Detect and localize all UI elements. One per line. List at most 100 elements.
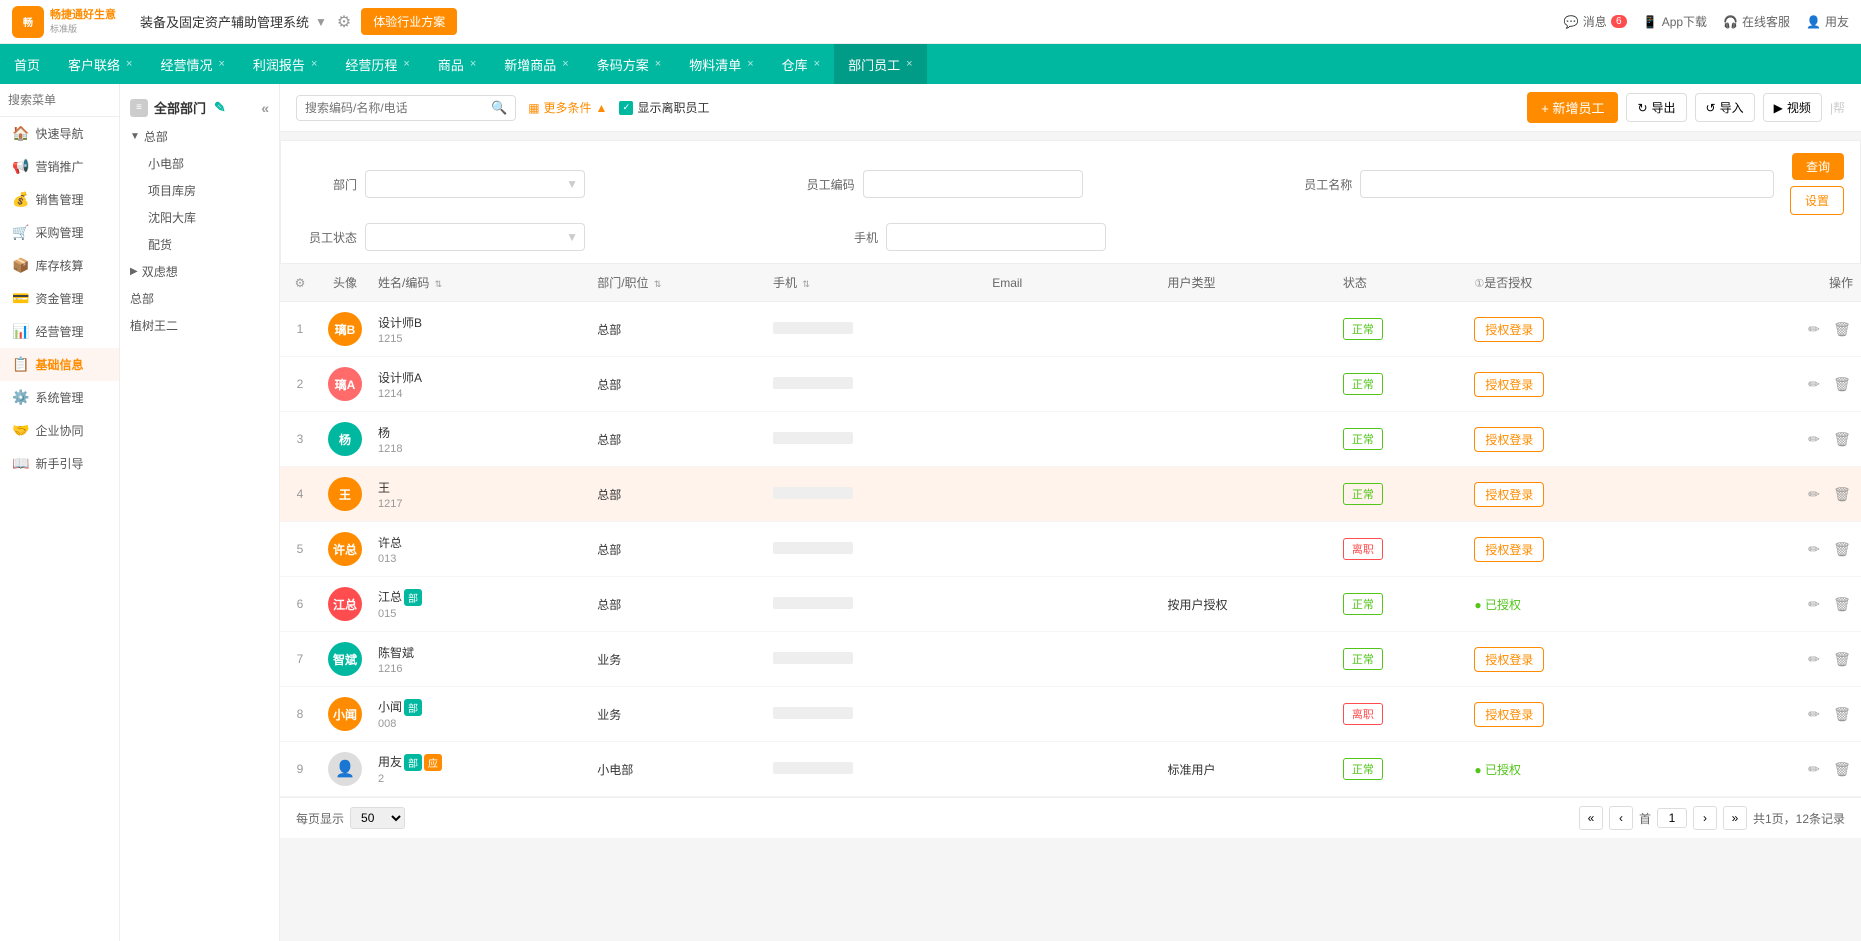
auth-login-btn[interactable]: 授权登录 [1474,372,1544,397]
tab-new-goods[interactable]: 新增商品× [490,44,582,84]
delete-btn[interactable]: 🗑 [1831,648,1853,670]
th-dept[interactable]: 部门/职位 ⇅ [589,264,765,302]
add-employee-btn[interactable]: + 新增员工 [1527,92,1618,123]
dept-collapse-btn[interactable]: « [261,100,269,116]
edit-btn[interactable]: ✏ [1803,318,1825,340]
th-phone[interactable]: 手机 ⇅ [765,264,984,302]
delete-btn[interactable]: 🗑 [1831,428,1853,450]
close-tab-new-goods[interactable]: × [562,58,568,70]
search-input[interactable] [305,101,485,115]
user-item[interactable]: 👤 用友 [1806,13,1849,30]
dept-item-headquarters-group[interactable]: ▼ 总部 [120,123,279,150]
delete-btn[interactable]: 🗑 [1831,703,1853,725]
sidebar-item-marketing[interactable]: 📢 营销推广 [0,150,119,183]
dept-item-shenyang[interactable]: 沈阳大库 [120,204,279,231]
edit-btn[interactable]: ✏ [1803,758,1825,780]
sidebar-item-finance[interactable]: 💳 资金管理 [0,282,119,315]
dept-item-double[interactable]: ▶ 双虑想 [120,258,279,285]
page-size-select[interactable]: 50 100 [350,807,405,829]
delete-btn[interactable]: 🗑 [1831,373,1853,395]
auth-login-btn[interactable]: 授权登录 [1474,537,1544,562]
dept-item-small-elec[interactable]: 小电部 [120,150,279,177]
next-page-btn[interactable]: › [1693,806,1717,830]
close-tab-customer[interactable]: × [126,58,132,70]
online-service-item[interactable]: 🎧 在线客服 [1723,13,1790,30]
edit-btn[interactable]: ✏ [1803,703,1825,725]
sidebar-item-collab[interactable]: 🤝 企业协同 [0,414,119,447]
tab-barcode[interactable]: 条码方案× [583,44,675,84]
search-icon[interactable]: 🔍 [491,100,507,116]
sidebar-item-inventory[interactable]: 📦 库存核算 [0,249,119,282]
close-tab-profit[interactable]: × [311,58,317,70]
emp-name-input[interactable] [1360,170,1774,198]
edit-btn[interactable]: ✏ [1803,373,1825,395]
edit-btn[interactable]: ✏ [1803,593,1825,615]
delete-btn[interactable]: 🗑 [1831,318,1853,340]
auth-login-btn[interactable]: 授权登录 [1474,427,1544,452]
tab-history[interactable]: 经营历程× [331,44,423,84]
tab-bom[interactable]: 物料清单× [675,44,767,84]
phone-input[interactable] [886,223,1106,251]
tab-goods[interactable]: 商品× [424,44,490,84]
sidebar-item-sales[interactable]: 💰 销售管理 [0,183,119,216]
dept-filter-select[interactable]: ▼ [365,170,585,198]
auth-login-btn[interactable]: 授权登录 [1474,702,1544,727]
delete-btn[interactable]: 🗑 [1831,758,1853,780]
last-page-btn[interactable]: » [1723,806,1747,830]
page-number-input[interactable] [1657,808,1687,828]
edit-btn[interactable]: ✏ [1803,483,1825,505]
close-tab-barcode[interactable]: × [655,58,661,70]
gear-icon[interactable]: ⚙ [337,12,351,32]
edit-btn[interactable]: ✏ [1803,538,1825,560]
dept-item-proj-store[interactable]: 项目库房 [120,177,279,204]
tab-profit[interactable]: 利润报告× [239,44,331,84]
first-page-btn[interactable]: « [1579,806,1603,830]
search-btn[interactable]: 查询 [1792,153,1844,180]
setting-btn[interactable]: 设置 [1790,186,1844,215]
dept-item-hq[interactable]: 总部 [120,285,279,312]
delete-btn[interactable]: 🗑 [1831,483,1853,505]
close-tab-dept[interactable]: × [906,58,912,70]
help-icon[interactable]: |帮 [1830,99,1845,116]
emp-code-input[interactable] [863,170,1083,198]
title-dropdown-arrow[interactable]: ▼ [315,15,327,29]
tab-home[interactable]: 首页 [0,44,54,84]
auth-login-btn[interactable]: 授权登录 [1474,317,1544,342]
prev-page-btn[interactable]: ‹ [1609,806,1633,830]
sidebar-item-operations[interactable]: 📊 经营管理 [0,315,119,348]
delete-btn[interactable]: 🗑 [1831,593,1853,615]
tab-operation[interactable]: 经营情况× [146,44,238,84]
emp-status-select[interactable]: ▼ [365,223,585,251]
tab-customer[interactable]: 客户联络× [54,44,146,84]
import-btn[interactable]: ↺ 导入 [1695,93,1755,122]
close-tab-warehouse[interactable]: × [814,58,820,70]
auth-login-btn[interactable]: 授权登录 [1474,482,1544,507]
show-left-checkbox[interactable]: ✓ [619,101,633,115]
export-btn[interactable]: ↻ 导出 [1626,93,1686,122]
sidebar-item-guide[interactable]: 📖 新手引导 [0,447,119,480]
dept-item-delivery[interactable]: 配货 [120,231,279,258]
tab-dept-staff[interactable]: 部门员工× [834,44,926,84]
close-tab-history[interactable]: × [403,58,409,70]
app-download-item[interactable]: 📱 App下载 [1643,13,1707,30]
th-settings[interactable]: ⚙ [280,264,320,302]
tab-warehouse[interactable]: 仓库× [768,44,834,84]
message-item[interactable]: 💬 消息 6 [1564,13,1627,30]
edit-btn[interactable]: ✏ [1803,648,1825,670]
dept-item-tree-king[interactable]: 植树王二 [120,312,279,339]
th-name[interactable]: 姓名/编码 ⇅ [370,264,589,302]
close-tab-bom[interactable]: × [747,58,753,70]
close-tab-goods[interactable]: × [470,58,476,70]
sidebar-item-system[interactable]: ⚙️ 系统管理 [0,381,119,414]
dept-edit-icon[interactable]: ✎ [214,99,226,116]
auth-login-btn[interactable]: 授权登录 [1474,647,1544,672]
more-conditions-btn[interactable]: ▦ 更多条件 ▲ [528,99,607,116]
view-btn[interactable]: ▶ 视频 [1763,93,1822,122]
sidebar-item-basic[interactable]: 📋 基础信息 [0,348,119,381]
sidebar-item-purchase[interactable]: 🛒 采购管理 [0,216,119,249]
edit-btn[interactable]: ✏ [1803,428,1825,450]
show-left-filter[interactable]: ✓ 显示离职员工 [619,99,709,116]
sidebar-search-input[interactable] [8,93,120,107]
close-tab-operation[interactable]: × [218,58,224,70]
sidebar-item-quicknav[interactable]: 🏠 快速导航 [0,117,119,150]
